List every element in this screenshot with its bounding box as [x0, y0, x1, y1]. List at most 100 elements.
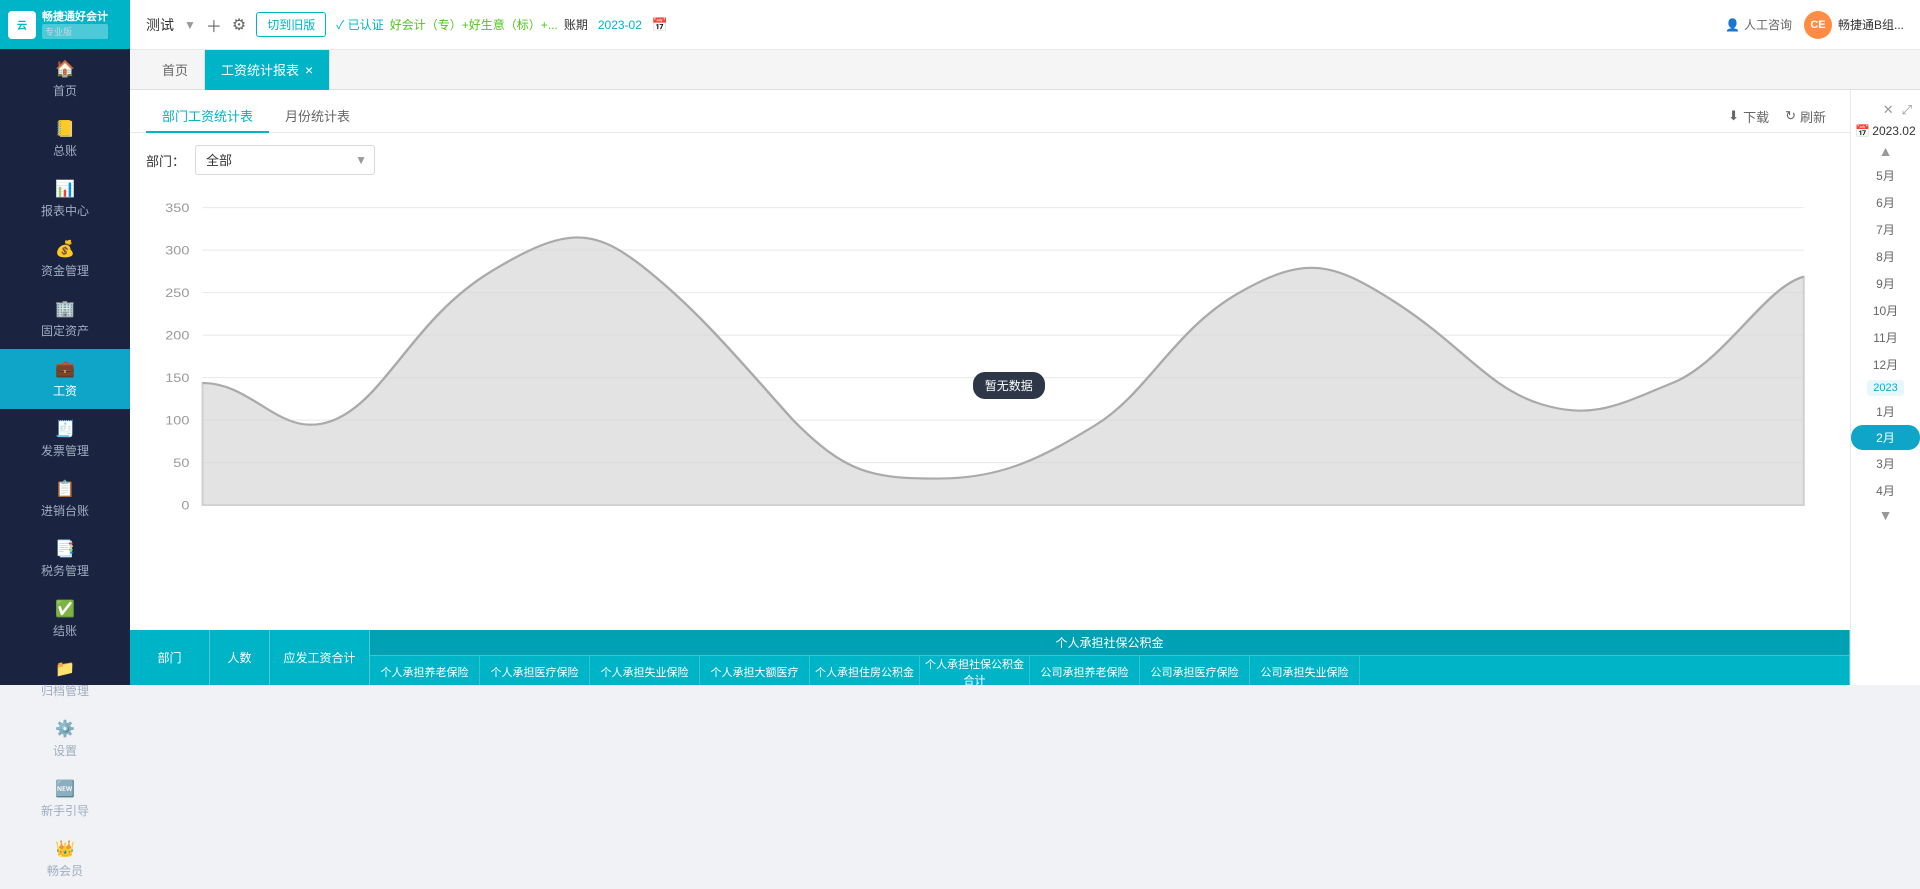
settings-icon: ⚙️: [55, 719, 75, 739]
tab-home[interactable]: 首页: [146, 50, 205, 90]
chart-area: 350 300 250 200 150 100 50 0 暂无数据: [130, 187, 1850, 630]
invoice-icon: 🧾: [55, 419, 75, 439]
sidebar-item-funds[interactable]: 💰 资金管理: [0, 229, 130, 289]
support-icon: 👤: [1725, 18, 1740, 32]
sidebar-item-label: 设置: [53, 742, 77, 759]
line-chart: 350 300 250 200 150 100 50 0: [150, 197, 1830, 537]
sidebar-item-guide[interactable]: 🆕 新手引导: [0, 769, 130, 829]
funds-icon: 💰: [55, 239, 75, 259]
username: 畅捷通B组...: [1838, 16, 1904, 33]
sidebar-item-member[interactable]: 👑 畅会员: [0, 829, 130, 889]
col-personal-unemployment: 个人承担失业保险: [590, 656, 700, 685]
sidebar-item-settings[interactable]: ⚙️ 设置: [0, 709, 130, 769]
switch-version-button[interactable]: 切到旧版: [256, 12, 326, 37]
svg-text:200: 200: [165, 329, 189, 342]
sub-tab-dept[interactable]: 部门工资统计表: [146, 100, 269, 133]
sub-tabs: 部门工资统计表 月份统计表 ⬇ 下载 ↻ 刷新: [130, 90, 1850, 133]
month-8[interactable]: 8月: [1851, 243, 1920, 270]
svg-text:350: 350: [165, 201, 189, 214]
sidebar-item-tax[interactable]: 📑 税务管理: [0, 529, 130, 589]
sidebar-item-invoice[interactable]: 🧾 发票管理: [0, 409, 130, 469]
sales-icon: 📋: [55, 479, 75, 499]
sidebar-item-label: 结账: [53, 622, 77, 639]
sidebar-item-label: 税务管理: [41, 562, 89, 579]
refresh-icon: ↻: [1785, 108, 1796, 124]
tab-salary-report[interactable]: 工资统计报表 ×: [205, 50, 330, 90]
col-dept: 部门: [130, 630, 210, 685]
month-9[interactable]: 9月: [1851, 270, 1920, 297]
col-personal-medical: 个人承担医疗保险: [480, 656, 590, 685]
expand-panel-icon[interactable]: ⤢: [1902, 102, 1912, 118]
tab-bar: 首页 工资统计报表 ×: [130, 50, 1920, 90]
sidebar-item-checkout[interactable]: ✅ 结账: [0, 589, 130, 649]
col-company-pension: 公司承担养老保险: [1030, 656, 1140, 685]
user-info: CE 畅捷通B组...: [1804, 11, 1904, 39]
tab-close-icon[interactable]: ×: [305, 62, 313, 78]
sidebar-item-ledger[interactable]: 📒 总账: [0, 109, 130, 169]
download-button[interactable]: ⬇ 下载: [1728, 107, 1769, 126]
sidebar-item-salary[interactable]: 💼 工资: [0, 349, 130, 409]
month-12[interactable]: 12月: [1851, 351, 1920, 378]
support-button[interactable]: 👤 人工咨询: [1725, 16, 1792, 33]
prev-arrow[interactable]: ▲: [1876, 140, 1896, 162]
header-tags: ✓ 已认证 好会计（专）+好生意（标）+... 账期 2023-02 📅: [336, 16, 1715, 33]
month-7[interactable]: 7月: [1851, 216, 1920, 243]
group-title-personal-social: 个人承担社保公积金: [370, 630, 1849, 656]
right-panel: ✕ ⤢ 📅 2023.02 ▲ 5月 6月 7月 8月 9月 10月 11月 1…: [1850, 90, 1920, 685]
month-4[interactable]: 4月: [1851, 477, 1920, 504]
sub-tab-monthly[interactable]: 月份统计表: [269, 100, 366, 133]
sidebar-item-label: 报表中心: [41, 202, 89, 219]
sidebar-item-home[interactable]: 🏠 首页: [0, 49, 130, 109]
header-settings-icon[interactable]: ⚙: [232, 15, 246, 35]
company-dropdown-icon[interactable]: ▼: [184, 18, 196, 32]
dept-select[interactable]: 全部 行政部 财务部 销售部: [195, 145, 375, 175]
sidebar-item-assets[interactable]: 🏢 固定资产: [0, 289, 130, 349]
calendar-small-icon: 📅: [1855, 124, 1870, 138]
calendar-icon[interactable]: 📅: [652, 17, 668, 33]
year-2023[interactable]: 2023: [1867, 380, 1903, 396]
month-6[interactable]: 6月: [1851, 189, 1920, 216]
toolbar-left: 部门： 全部 行政部 财务部 销售部 ▼: [146, 145, 375, 175]
month-1[interactable]: 1月: [1851, 398, 1920, 425]
product-tags: 好会计（专）+好生意（标）+...: [390, 16, 558, 33]
month-11[interactable]: 11月: [1851, 324, 1920, 351]
col-company-unemployment: 公司承担失业保险: [1250, 656, 1360, 685]
month-10[interactable]: 10月: [1851, 297, 1920, 324]
sidebar-item-label: 新手引导: [41, 802, 89, 819]
guide-icon: 🆕: [55, 779, 75, 799]
sidebar-item-label: 畅会员: [47, 862, 83, 879]
table-header: 部门 人数 应发工资合计 个人承担社保公积金 个人承担养老保险 个人承担医疗保险…: [130, 630, 1850, 685]
content-main: 部门工资统计表 月份统计表 ⬇ 下载 ↻ 刷新 部门：: [130, 90, 1850, 685]
tax-icon: 📑: [55, 539, 75, 559]
content-area: 部门工资统计表 月份统计表 ⬇ 下载 ↻ 刷新 部门：: [130, 90, 1920, 685]
panel-header: ✕ ⤢: [1851, 98, 1920, 122]
current-date-display: 📅 2023.02: [1855, 122, 1915, 140]
logo-text: 畅捷通好会计 专业版: [42, 10, 108, 39]
add-icon[interactable]: ＋: [206, 13, 222, 37]
month-5[interactable]: 5月: [1851, 162, 1920, 189]
refresh-button[interactable]: ↻ 刷新: [1785, 107, 1826, 126]
col-personal-major-medical: 个人承担大额医疗: [700, 656, 810, 685]
archive-icon: 📁: [55, 659, 75, 679]
company-name: 测试: [146, 15, 174, 35]
member-icon: 👑: [55, 839, 75, 859]
sidebar-item-archive[interactable]: 📁 归档管理: [0, 649, 130, 709]
col-personal-pension: 个人承担养老保险: [370, 656, 480, 685]
main-area: 测试 ▼ ＋ ⚙ 切到旧版 ✓ 已认证 好会计（专）+好生意（标）+... 账期…: [130, 0, 1920, 685]
sidebar-item-sales[interactable]: 📋 进销台账: [0, 469, 130, 529]
checkout-icon: ✅: [55, 599, 75, 619]
reports-icon: 📊: [55, 179, 75, 199]
svg-text:0: 0: [181, 499, 189, 512]
avatar: CE: [1804, 11, 1832, 39]
salary-icon: 💼: [55, 359, 75, 379]
month-3[interactable]: 3月: [1851, 450, 1920, 477]
ledger-icon: 📒: [55, 119, 75, 139]
col-count: 人数: [210, 630, 270, 685]
month-2-selected[interactable]: 2月: [1851, 425, 1920, 450]
header-right: 👤 人工咨询 CE 畅捷通B组...: [1725, 11, 1904, 39]
sidebar-item-label: 资金管理: [41, 262, 89, 279]
col-company-medical: 公司承担医疗保险: [1140, 656, 1250, 685]
next-arrow[interactable]: ▼: [1876, 504, 1896, 526]
close-panel-icon[interactable]: ✕: [1883, 102, 1894, 118]
sidebar-item-reports[interactable]: 📊 报表中心: [0, 169, 130, 229]
